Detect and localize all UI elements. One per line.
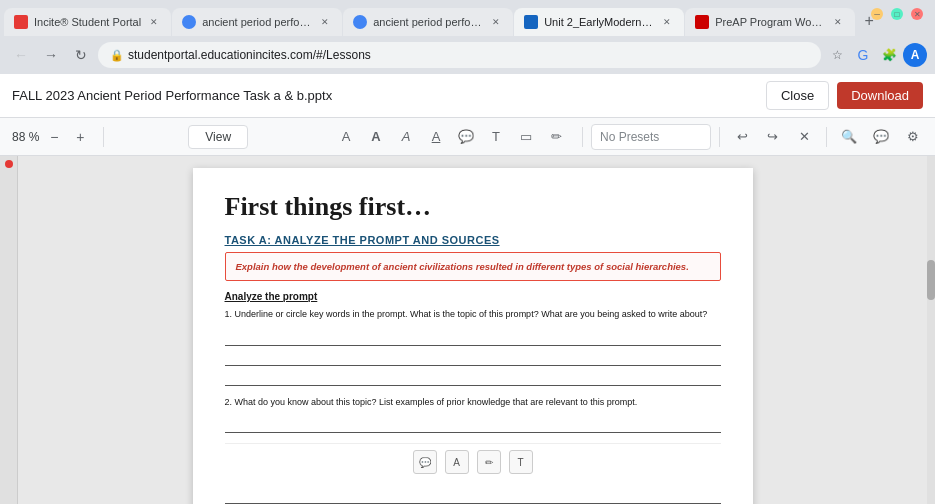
browser-tab-1[interactable]: Incite® Student Portal ✕ <box>4 8 171 36</box>
zoom-in-button[interactable]: + <box>69 126 91 148</box>
separator-4 <box>826 127 827 147</box>
presets-dropdown[interactable]: No Presets <box>591 124 711 150</box>
separator-2 <box>582 127 583 147</box>
content-area: First things first… TASK A: ANALYZE THE … <box>0 156 935 504</box>
pdf-page: First things first… TASK A: ANALYZE THE … <box>193 168 753 504</box>
write-line-1b[interactable] <box>225 350 721 366</box>
tab5-close[interactable]: ✕ <box>831 15 845 29</box>
tab3-label: ancient period performance... <box>373 16 483 28</box>
profile-icon[interactable]: A <box>903 43 927 67</box>
close-button[interactable]: Close <box>766 81 829 110</box>
pdf-container: First things first… TASK A: ANALYZE THE … <box>18 156 927 504</box>
write-line-1a[interactable] <box>225 330 721 346</box>
tab3-favicon <box>353 15 367 29</box>
undo-button[interactable]: ↩ <box>728 123 756 151</box>
browser-tab-3[interactable]: ancient period performance... ✕ <box>343 8 513 36</box>
maximize-button[interactable]: □ <box>891 8 903 20</box>
italic-btn[interactable]: A <box>392 123 420 151</box>
separator-1 <box>103 127 104 147</box>
zoom-out-button[interactable]: − <box>43 126 65 148</box>
bookmark-star-icon[interactable]: ☆ <box>825 43 849 67</box>
shape-btn[interactable]: ▭ <box>512 123 540 151</box>
side-indicator <box>5 160 13 168</box>
browser-tab-2[interactable]: ancient period performance... ✕ <box>172 8 342 36</box>
side-strip <box>0 156 18 504</box>
address-bar: ← → ↻ 🔒 studentportal.educationincites.c… <box>0 36 935 74</box>
tab2-favicon <box>182 15 196 29</box>
tab4-favicon <box>524 15 538 29</box>
eraser-button[interactable]: ✕ <box>790 123 818 151</box>
browser-tab-4[interactable]: Unit 2_EarlyModern Perform... ✕ <box>514 8 684 36</box>
prompt-box: Explain how the development of ancient c… <box>225 252 721 281</box>
minimize-button[interactable]: ─ <box>871 8 883 20</box>
task-item-2: 2. What do you know about this topic? Li… <box>225 396 721 410</box>
underline-btn[interactable]: A <box>422 123 450 151</box>
text-btn[interactable]: T <box>482 123 510 151</box>
settings-icon[interactable]: ⚙ <box>899 123 927 151</box>
pdf-page-title: First things first… <box>225 192 721 222</box>
tab5-label: PreAP Program World Histo... <box>715 16 825 28</box>
chat-icon[interactable]: 💬 <box>867 123 895 151</box>
close-window-button[interactable]: ✕ <box>911 8 923 20</box>
write-line-3a[interactable] <box>225 488 721 504</box>
browser-tab-5[interactable]: PreAP Program World Histo... ✕ <box>685 8 855 36</box>
view-button[interactable]: View <box>188 125 248 149</box>
bold-btn[interactable]: A <box>362 123 390 151</box>
task-a-label: TASK A: ANALYZE THE PROMPT AND SOURCES <box>225 234 721 246</box>
extensions-icon[interactable]: 🧩 <box>877 43 901 67</box>
prompt-text: Explain how the development of ancient c… <box>236 260 710 273</box>
tab4-label: Unit 2_EarlyModern Perform... <box>544 16 654 28</box>
tab2-close[interactable]: ✕ <box>318 15 332 29</box>
analyze-heading: Analyze the prompt <box>225 291 721 302</box>
write-lines-3 <box>225 488 721 504</box>
zoom-value: 88 % <box>12 130 39 144</box>
google-icon: G <box>851 43 875 67</box>
scrollbar[interactable] <box>927 156 935 504</box>
mini-annotation-toolbar: 💬 A ✏ T <box>225 443 721 480</box>
mini-comment-btn[interactable]: 💬 <box>413 450 437 474</box>
comment-btn[interactable]: 💬 <box>452 123 480 151</box>
mini-pen-btn[interactable]: ✏ <box>477 450 501 474</box>
write-line-2a[interactable] <box>225 417 721 433</box>
back-button[interactable]: ← <box>8 42 34 68</box>
separator-3 <box>719 127 720 147</box>
doc-toolbar: FALL 2023 Ancient Period Performance Tas… <box>0 74 935 118</box>
text-style-btn[interactable]: A <box>332 123 360 151</box>
forward-button[interactable]: → <box>38 42 64 68</box>
address-input[interactable]: 🔒 studentportal.educationincites.com/#/L… <box>98 42 821 68</box>
tab1-label: Incite® Student Portal <box>34 16 141 28</box>
tab1-favicon <box>14 15 28 29</box>
mini-t-btn[interactable]: T <box>509 450 533 474</box>
presets-label: No Presets <box>600 130 659 144</box>
tab3-close[interactable]: ✕ <box>489 15 503 29</box>
task-item-1: 1. Underline or circle key words in the … <box>225 308 721 322</box>
write-lines-2 <box>225 417 721 433</box>
download-button[interactable]: Download <box>837 82 923 109</box>
address-text: studentportal.educationincites.com/#/Les… <box>128 48 371 62</box>
doc-title: FALL 2023 Ancient Period Performance Tas… <box>12 88 758 103</box>
tab5-favicon <box>695 15 709 29</box>
write-lines-1 <box>225 330 721 386</box>
tab1-close[interactable]: ✕ <box>147 15 161 29</box>
tab4-close[interactable]: ✕ <box>660 15 674 29</box>
write-line-1c[interactable] <box>225 370 721 386</box>
search-icon[interactable]: 🔍 <box>835 123 863 151</box>
annotation-toolbar: 88 % − + View A A A A 💬 T ▭ ✏ No Presets… <box>0 118 935 156</box>
reload-button[interactable]: ↻ <box>68 42 94 68</box>
scrollbar-thumb[interactable] <box>927 260 935 300</box>
pen-btn[interactable]: ✏ <box>542 123 570 151</box>
tab2-label: ancient period performance... <box>202 16 312 28</box>
redo-button[interactable]: ↪ <box>758 123 786 151</box>
mini-text-style-btn[interactable]: A <box>445 450 469 474</box>
